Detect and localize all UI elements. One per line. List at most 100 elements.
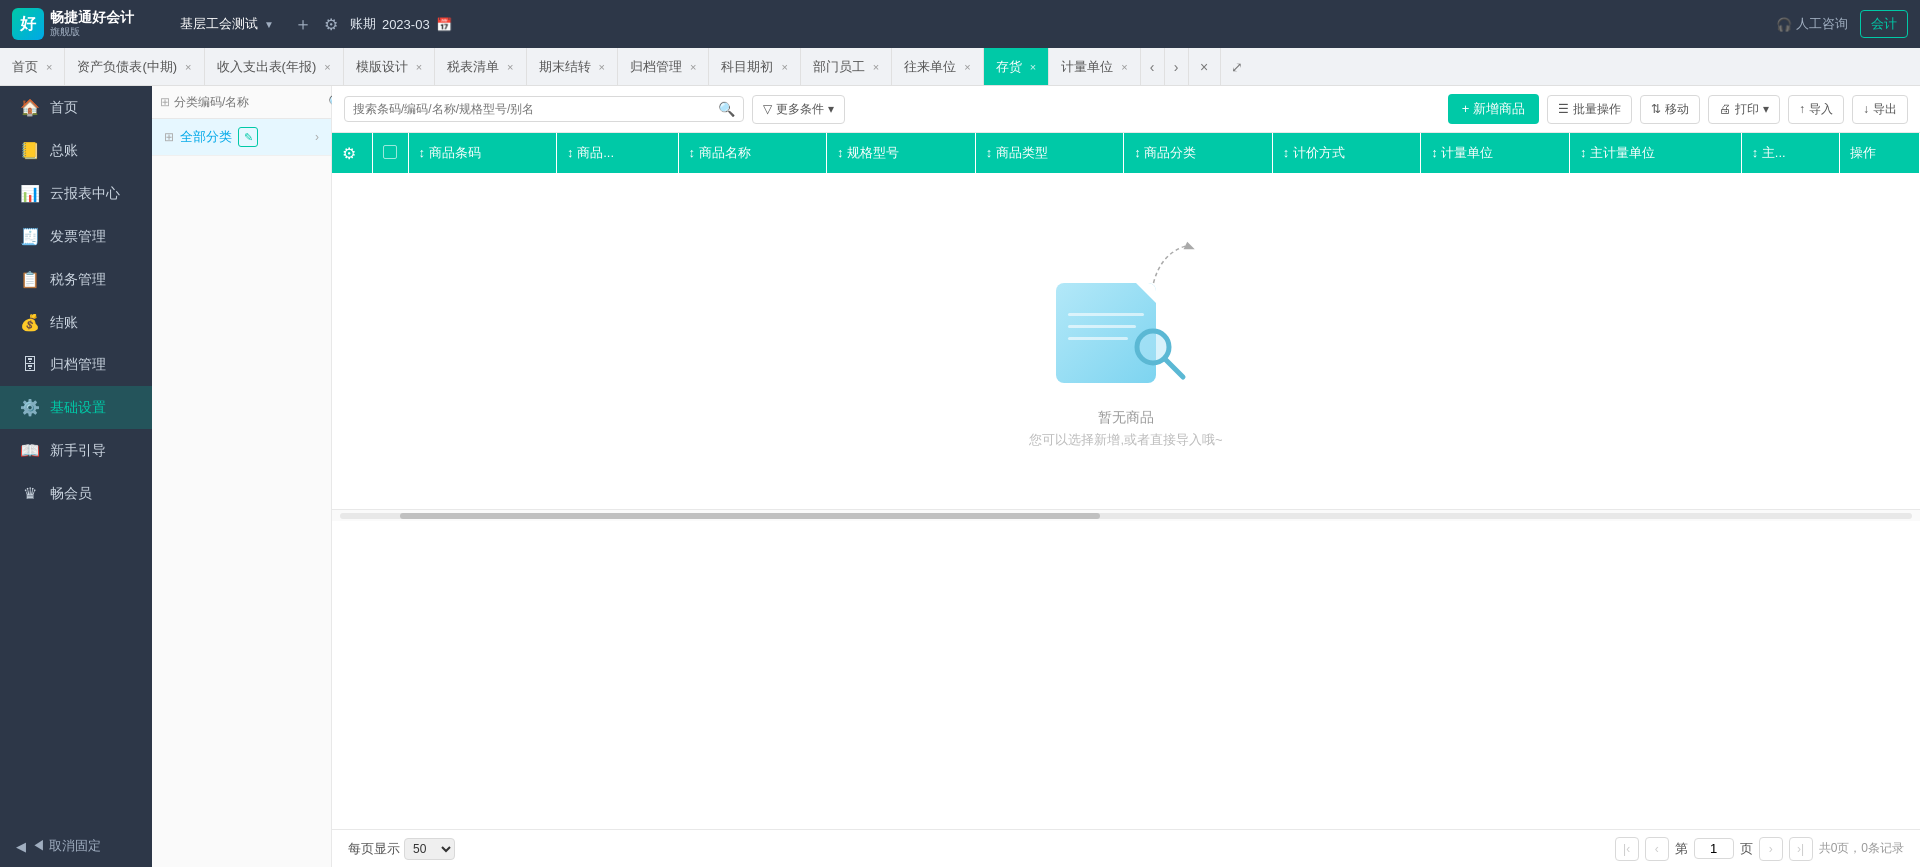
sidebar-checkout-label: 结账 <box>50 314 78 332</box>
th-barcode[interactable]: ↕ 商品条码 <box>408 133 557 173</box>
tab-dept[interactable]: 部门员工 × <box>801 48 892 85</box>
tab-template-label: 模版设计 <box>356 58 408 76</box>
sidebar-item-home[interactable]: 🏠 首页 <box>0 86 152 129</box>
account-button[interactable]: 会计 <box>1860 10 1908 38</box>
tab-unit[interactable]: 计量单位 × <box>1049 48 1140 85</box>
sidebar-item-guide[interactable]: 📖 新手引导 <box>0 429 152 472</box>
tab-archive-close[interactable]: × <box>690 61 696 73</box>
product-table: ⚙ ↕ 商品条码 ↕ 商品... <box>332 133 1920 173</box>
svg-marker-0 <box>1184 242 1195 250</box>
tab-contacts[interactable]: 往来单位 × <box>892 48 983 85</box>
settings-icon[interactable]: ⚙ <box>324 15 338 34</box>
print-button[interactable]: 🖨 打印 ▾ <box>1708 95 1780 124</box>
product-search-icon[interactable]: 🔍 <box>718 101 735 117</box>
collapse-category-icon[interactable]: › <box>315 130 319 144</box>
new-product-button[interactable]: + 新增商品 <box>1448 94 1539 124</box>
tab-period-end[interactable]: 期末结转 × <box>527 48 618 85</box>
filter-button[interactable]: ▽ 更多条件 ▾ <box>752 95 845 124</box>
category-all-label: 全部分类 <box>180 128 232 146</box>
tab-archive[interactable]: 归档管理 × <box>618 48 709 85</box>
sidebar-collapse-button[interactable]: ◀ ◀ 取消固定 <box>0 825 152 867</box>
support-button[interactable]: 🎧 人工咨询 <box>1776 15 1848 33</box>
scrollbar-thumb[interactable] <box>400 513 1100 519</box>
tab-close-all-button[interactable]: × <box>1189 48 1221 85</box>
th-category-label: ↕ 商品分类 <box>1134 145 1196 160</box>
th-type[interactable]: ↕ 商品类型 <box>975 133 1124 173</box>
tab-tax-close[interactable]: × <box>507 61 513 73</box>
page-size-select[interactable]: 每页显示 10 20 50 100 <box>348 838 455 860</box>
tab-period-end-close[interactable]: × <box>599 61 605 73</box>
sidebar-item-checkout[interactable]: 💰 结账 <box>0 301 152 344</box>
page-input[interactable] <box>1694 838 1734 859</box>
th-settings[interactable]: ⚙ <box>332 133 372 173</box>
tab-balance-label: 资产负债表(中期) <box>77 58 177 76</box>
tab-income-close[interactable]: × <box>324 61 330 73</box>
sidebar-item-tax[interactable]: 📋 税务管理 <box>0 258 152 301</box>
tab-expand-button[interactable]: ⤢ <box>1221 48 1253 85</box>
sidebar-item-invoice[interactable]: 🧾 发票管理 <box>0 215 152 258</box>
tab-subject-close[interactable]: × <box>781 61 787 73</box>
header-checkbox[interactable] <box>383 145 397 159</box>
import-button[interactable]: ↑ 导入 <box>1788 95 1844 124</box>
prev-page-button[interactable]: ‹ <box>1645 837 1669 861</box>
sidebar-item-member[interactable]: ♛ 畅会员 <box>0 472 152 515</box>
tab-contacts-close[interactable]: × <box>964 61 970 73</box>
tab-home-close[interactable]: × <box>46 61 52 73</box>
tab-prev-button[interactable]: ‹ <box>1141 48 1165 85</box>
tab-template[interactable]: 模版设计 × <box>344 48 435 85</box>
per-page-dropdown[interactable]: 10 20 50 100 <box>404 838 455 860</box>
sidebar-item-settings[interactable]: ⚙️ 基础设置 <box>0 386 152 429</box>
product-search-bar[interactable]: 🔍 <box>344 96 744 122</box>
tab-bar: 首页 × 资产负债表(中期) × 收入支出表(年报) × 模版设计 × 税表清单… <box>0 48 1920 86</box>
th-check[interactable] <box>372 133 408 173</box>
last-page-button[interactable]: ›| <box>1789 837 1813 861</box>
app-edition: 旗舰版 <box>50 25 134 39</box>
th-unit[interactable]: ↕ 计量单位 <box>1421 133 1570 173</box>
tab-balance-sheet[interactable]: 资产负债表(中期) × <box>65 48 204 85</box>
th-category[interactable]: ↕ 商品分类 <box>1124 133 1273 173</box>
move-icon: ⇅ <box>1651 102 1661 116</box>
th-spec[interactable]: ↕ 规格型号 <box>827 133 976 173</box>
th-name[interactable]: ↕ 商品名称 <box>678 133 827 173</box>
export-button[interactable]: ↓ 导出 <box>1852 95 1908 124</box>
move-button[interactable]: ⇅ 移动 <box>1640 95 1700 124</box>
import-label: 导入 <box>1809 101 1833 118</box>
th-code[interactable]: ↕ 商品... <box>557 133 678 173</box>
member-icon: ♛ <box>20 484 40 503</box>
column-settings-icon[interactable]: ⚙ <box>342 145 356 162</box>
first-page-button[interactable]: |‹ <box>1615 837 1639 861</box>
th-main-unit[interactable]: ↕ 主计量单位 <box>1569 133 1741 173</box>
tab-balance-close[interactable]: × <box>185 61 191 73</box>
tab-subject[interactable]: 科目期初 × <box>709 48 800 85</box>
tab-template-close[interactable]: × <box>416 61 422 73</box>
next-page-button[interactable]: › <box>1759 837 1783 861</box>
company-selector[interactable]: 基层工会测试 ▼ <box>172 11 282 37</box>
th-code-label: ↕ 商品... <box>567 145 614 160</box>
edit-category-icon[interactable]: ✎ <box>238 127 258 147</box>
tab-dept-close[interactable]: × <box>873 61 879 73</box>
product-search-input[interactable] <box>353 102 712 116</box>
th-price-method[interactable]: ↕ 计价方式 <box>1272 133 1421 173</box>
tab-home[interactable]: 首页 × <box>0 48 65 85</box>
horizontal-scrollbar[interactable] <box>332 509 1920 521</box>
export-label: 导出 <box>1873 101 1897 118</box>
add-tab-button[interactable]: ＋ <box>294 12 312 36</box>
tab-unit-close[interactable]: × <box>1121 61 1127 73</box>
category-all-item[interactable]: ⊞ 全部分类 ✎ › <box>152 119 331 156</box>
th-barcode-label: ↕ 商品条码 <box>419 145 481 160</box>
period-value: 2023-03 <box>382 17 430 32</box>
sidebar-item-archive[interactable]: 🗄 归档管理 <box>0 344 152 386</box>
th-extra[interactable]: ↕ 主... <box>1741 133 1839 173</box>
sidebar-item-ledger[interactable]: 📒 总账 <box>0 129 152 172</box>
sidebar-item-reports[interactable]: 📊 云报表中心 <box>0 172 152 215</box>
tab-next-button[interactable]: › <box>1165 48 1189 85</box>
batch-button[interactable]: ☰ 批量操作 <box>1547 95 1632 124</box>
tab-tax[interactable]: 税表清单 × <box>435 48 526 85</box>
calendar-icon[interactable]: 📅 <box>436 17 452 32</box>
tab-income[interactable]: 收入支出表(年报) × <box>205 48 344 85</box>
category-search-input[interactable] <box>174 95 324 109</box>
archive-icon: 🗄 <box>20 356 40 374</box>
tab-inventory-close[interactable]: × <box>1030 61 1036 73</box>
tab-inventory[interactable]: 存货 × <box>984 48 1049 85</box>
pagination: |‹ ‹ 第 页 › ›| 共0页，0条记录 <box>1615 837 1904 861</box>
